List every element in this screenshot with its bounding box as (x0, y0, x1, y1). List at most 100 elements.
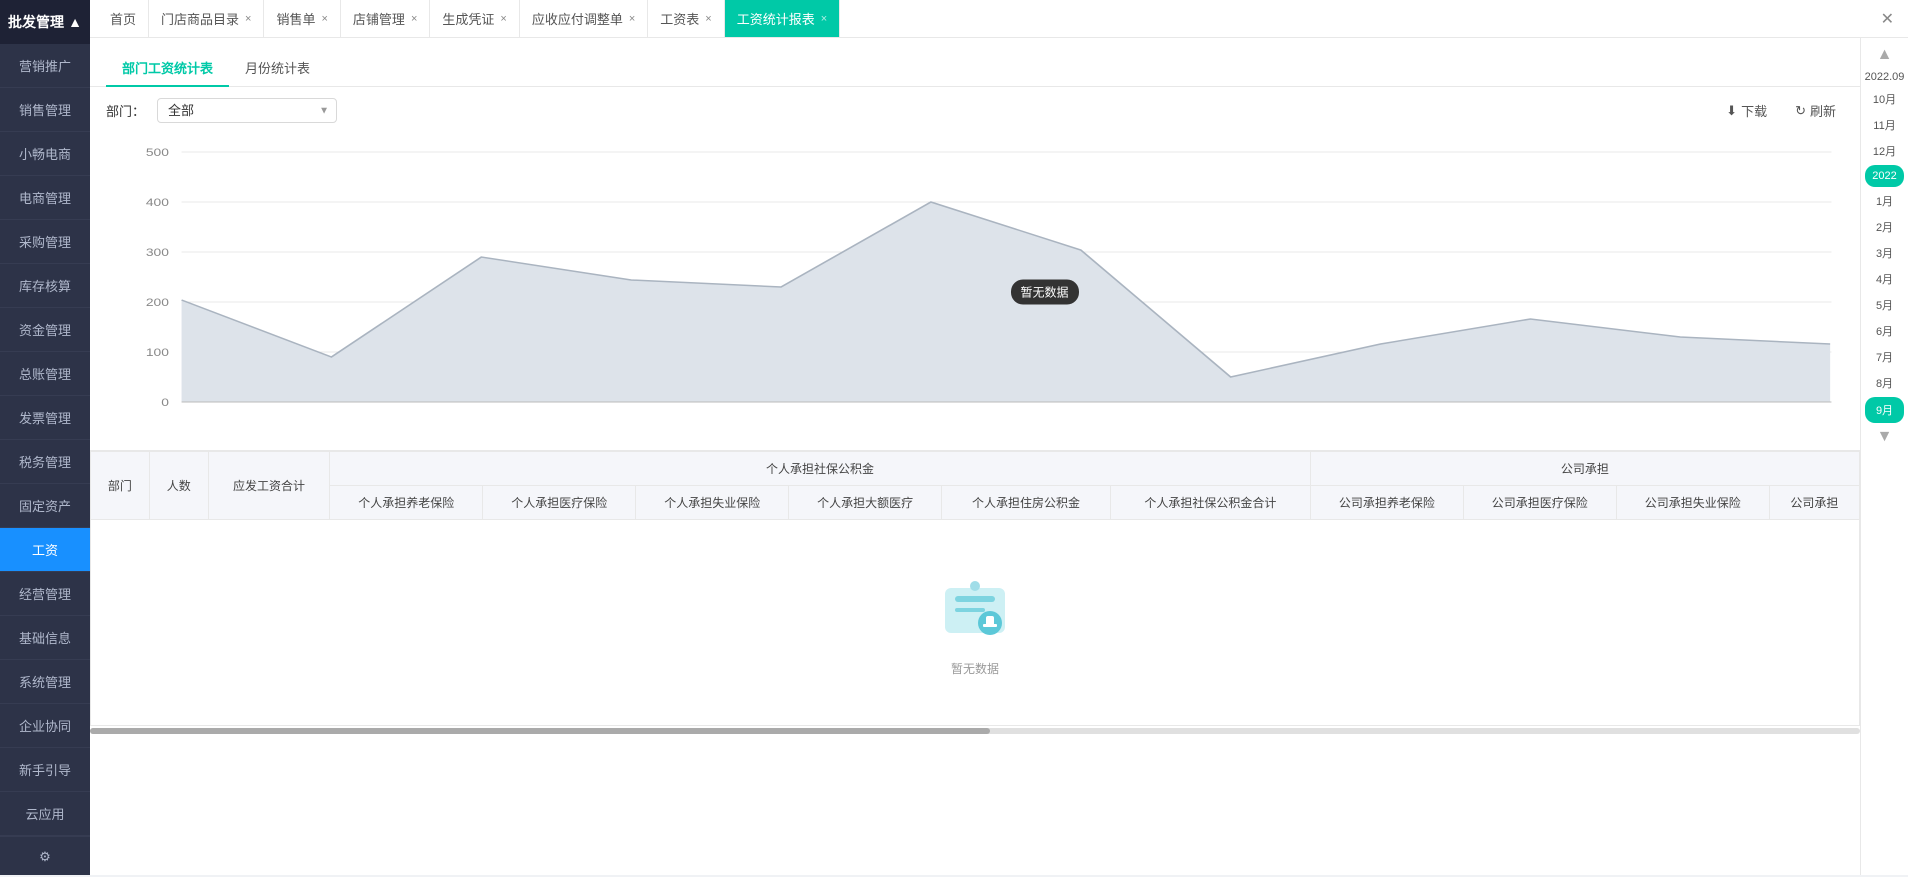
col-company-pension: 公司承担养老保险 (1310, 486, 1463, 520)
sidebar-item-小畅电商[interactable]: 小畅电商 (0, 132, 90, 176)
sidebar-item-销售管理[interactable]: 销售管理 (0, 88, 90, 132)
timeline-down-nav[interactable]: ▼ (1873, 424, 1897, 450)
content-area: 部门工资统计表 月份统计表 部门： 全部 ⬇ 下载 (90, 38, 1908, 875)
sidebar-item-企业协同[interactable]: 企业协同 (0, 704, 90, 748)
col-personal-medical: 个人承担医疗保险 (483, 486, 636, 520)
timeline-up-nav[interactable]: ▲ (1873, 42, 1897, 68)
timeline-item-9[interactable]: 9月 (1865, 397, 1904, 423)
chart-svg-area: 500 400 300 200 100 0 (106, 142, 1844, 442)
tab-首页[interactable]: 首页 (98, 0, 149, 38)
sidebar-item-库存核算[interactable]: 库存核算 (0, 264, 90, 308)
tab-生成凭证[interactable]: 生成凭证× (430, 0, 519, 38)
tab-label: 工资统计报表 (737, 9, 815, 28)
col-total-salary: 应发工资合计 (208, 452, 330, 520)
tab-close-icon[interactable]: × (821, 13, 827, 25)
refresh-label: 刷新 (1810, 101, 1836, 120)
col-group-personal: 个人承担社保公积金 (330, 452, 1311, 486)
download-button[interactable]: ⬇ 下载 (1718, 97, 1775, 124)
col-personal-pension: 个人承担养老保险 (330, 486, 483, 520)
timeline-item-5[interactable]: 5月 (1861, 292, 1908, 318)
sidebar-item-基础信息[interactable]: 基础信息 (0, 616, 90, 660)
tab-close-icon[interactable]: × (629, 13, 635, 25)
timeline-item-11[interactable]: 11月 (1861, 112, 1908, 138)
chart-container: 500 400 300 200 100 0 (90, 134, 1860, 450)
timeline-panel: ▲ 2022.09 10月 11月 12月 2022 1月 2月 3月 4月 5… (1860, 38, 1908, 875)
timeline-item-7[interactable]: 7月 (1861, 344, 1908, 370)
sidebar-item-系统管理[interactable]: 系统管理 (0, 660, 90, 704)
col-personal-unemployment: 个人承担失业保险 (636, 486, 789, 520)
toolbar-right: ⬇ 下载 ↻ 刷新 (1718, 97, 1844, 124)
tab-close-icon[interactable]: × (245, 13, 251, 25)
sidebar-settings[interactable]: ⚙ (0, 836, 90, 877)
timeline-item-6[interactable]: 6月 (1861, 318, 1908, 344)
refresh-button[interactable]: ↻ 刷新 (1787, 97, 1844, 124)
svg-text:0: 0 (161, 396, 169, 408)
tab-工资统计报表[interactable]: 工资统计报表 × (725, 0, 840, 38)
sidebar-item-发票管理[interactable]: 发票管理 (0, 396, 90, 440)
sidebar-item-资金管理[interactable]: 资金管理 (0, 308, 90, 352)
department-label: 部门： (106, 101, 145, 120)
tab-店铺管理[interactable]: 店铺管理 × (341, 0, 430, 38)
col-group-company: 公司承担 (1310, 452, 1859, 486)
col-personal-housing-fund: 个人承担住房公积金 (942, 486, 1111, 520)
col-company-other: 公司承担 (1769, 486, 1859, 520)
sidebar-item-电商管理[interactable]: 电商管理 (0, 176, 90, 220)
tab-department-stats[interactable]: 部门工资统计表 (106, 50, 229, 87)
svg-text:200: 200 (146, 296, 169, 308)
tab-label: 首页 (110, 9, 136, 28)
timeline-item-12[interactable]: 12月 (1861, 138, 1908, 164)
table-container[interactable]: 部门 人数 应发工资合计 个人承担社保公积金 公司承担 个人承担养老保险 个人承… (90, 450, 1860, 875)
toolbar-left: 部门： 全部 (106, 98, 337, 123)
tabs-bar-actions: ✕ (1875, 9, 1900, 29)
sidebar-item-新手引导[interactable]: 新手引导 (0, 748, 90, 792)
no-data-badge: 暂无数据 (1011, 280, 1079, 305)
sidebar-title: 批发管理 (8, 12, 64, 32)
tab-门店商品目录[interactable]: 门店商品目录 × (149, 0, 264, 38)
timeline-item-4[interactable]: 4月 (1861, 266, 1908, 292)
sidebar-collapse-icon: ▲ (68, 14, 82, 30)
tab-label: 店铺管理 (353, 9, 405, 28)
chart-tooltip: 暂无数据 (1011, 280, 1079, 305)
sidebar-item-总账管理[interactable]: 总账管理 (0, 352, 90, 396)
tab-close-icon[interactable]: × (500, 13, 506, 25)
empty-state-cell: 暂无数据 (91, 520, 1860, 726)
timeline-current-year: 2022.09 (1861, 68, 1908, 86)
tab-label: 门店商品目录 (161, 9, 239, 28)
download-label: 下载 (1741, 101, 1767, 120)
tabs-bar: 首页门店商品目录×销售单×店铺管理×生成凭证×应收应付调整单×工资表×工资统计报… (90, 0, 1908, 38)
chart-svg: 500 400 300 200 100 0 (106, 142, 1844, 442)
sidebar-item-云应用[interactable]: 云应用 (0, 792, 90, 836)
timeline-year-2022[interactable]: 2022 (1865, 165, 1904, 187)
svg-text:100: 100 (146, 346, 169, 358)
empty-state-icon (935, 568, 1015, 648)
tab-monthly-stats[interactable]: 月份统计表 (229, 50, 326, 87)
refresh-icon: ↻ (1795, 103, 1806, 119)
sidebar-header[interactable]: 批发管理 ▲ (0, 0, 90, 44)
sidebar-item-营销推广[interactable]: 营销推广 (0, 44, 90, 88)
col-company-unemployment: 公司承担失业保险 (1616, 486, 1769, 520)
close-all-tabs-button[interactable]: ✕ (1875, 9, 1900, 29)
empty-state: 暂无数据 (101, 528, 1849, 717)
sidebar-item-税务管理[interactable]: 税务管理 (0, 440, 90, 484)
timeline-item-3[interactable]: 3月 (1861, 240, 1908, 266)
timeline-item-2[interactable]: 2月 (1861, 214, 1908, 240)
tab-close-icon[interactable]: × (411, 13, 417, 25)
tab-close-icon[interactable]: × (321, 13, 327, 25)
timeline-item-8[interactable]: 8月 (1861, 370, 1908, 396)
timeline-item-1[interactable]: 1月 (1861, 188, 1908, 214)
department-select[interactable]: 全部 (157, 98, 337, 123)
tab-工资表[interactable]: 工资表× (648, 0, 724, 38)
tab-应收应付调整单[interactable]: 应收应付调整单× (520, 0, 648, 38)
tab-销售单[interactable]: 销售单× (264, 0, 340, 38)
sidebar-item-采购管理[interactable]: 采购管理 (0, 220, 90, 264)
sidebar-item-工资[interactable]: 工资 (0, 528, 90, 572)
sidebar-item-固定资产[interactable]: 固定资产 (0, 484, 90, 528)
main-area: 首页门店商品目录×销售单×店铺管理×生成凭证×应收应付调整单×工资表×工资统计报… (90, 0, 1908, 875)
stats-table: 部门 人数 应发工资合计 个人承担社保公积金 公司承担 个人承担养老保险 个人承… (90, 451, 1860, 726)
tab-close-icon[interactable]: × (705, 13, 711, 25)
col-personal-total: 个人承担社保公积金合计 (1110, 486, 1310, 520)
sidebar-item-经营管理[interactable]: 经营管理 (0, 572, 90, 616)
sidebar: 批发管理 ▲ 营销推广销售管理小畅电商电商管理采购管理库存核算资金管理总账管理发… (0, 0, 90, 875)
page-content: 部门工资统计表 月份统计表 部门： 全部 ⬇ 下载 (90, 38, 1860, 875)
timeline-item-10[interactable]: 10月 (1861, 86, 1908, 112)
